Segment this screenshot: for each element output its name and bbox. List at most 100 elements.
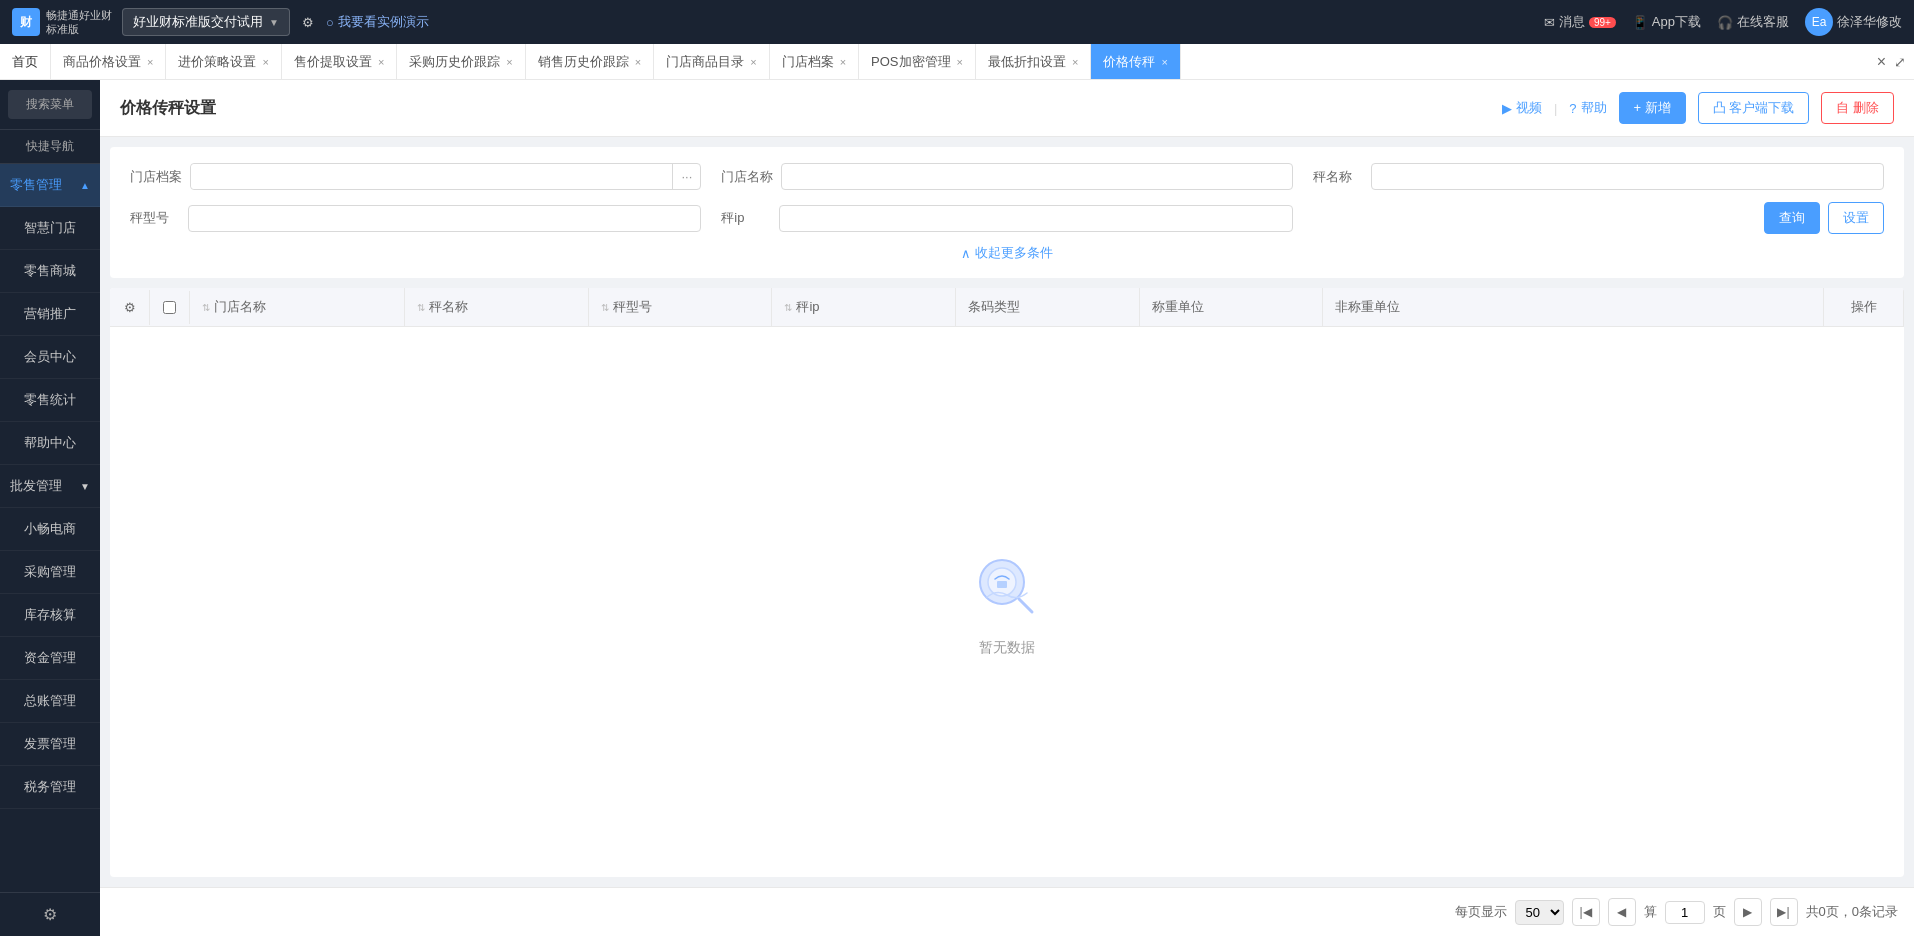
- sidebar-item-retail-mall[interactable]: 零售商城: [0, 250, 100, 293]
- select-all-checkbox[interactable]: [163, 301, 176, 314]
- first-page-button[interactable]: |◀: [1572, 898, 1600, 926]
- tab-label: 最低折扣设置: [988, 53, 1066, 71]
- filter-store-archive: 门店档案 ···: [130, 163, 701, 190]
- close-icon[interactable]: ×: [957, 56, 963, 68]
- messages-button[interactable]: ✉ 消息 99+: [1544, 13, 1616, 31]
- col-label: 称重单位: [1152, 298, 1204, 316]
- store-archive-input-wrapper: ···: [190, 163, 701, 190]
- close-icon[interactable]: ×: [506, 56, 512, 68]
- col-label: 秤ip: [796, 298, 819, 316]
- store-archive-input[interactable]: [191, 164, 672, 189]
- close-icon[interactable]: ×: [262, 56, 268, 68]
- sidebar-item-retail[interactable]: 零售管理 ▲: [0, 164, 100, 207]
- table-col-weight-unit: 称重单位: [1140, 288, 1324, 326]
- sidebar-item-member[interactable]: 会员中心: [0, 336, 100, 379]
- sidebar-item-invoice[interactable]: 发票管理: [0, 723, 100, 766]
- last-page-button[interactable]: ▶|: [1770, 898, 1798, 926]
- sidebar-item-inventory[interactable]: 库存核算: [0, 594, 100, 637]
- close-icon[interactable]: ×: [378, 56, 384, 68]
- tab-purchase-strategy[interactable]: 进价策略设置 ×: [166, 44, 281, 80]
- scale-name-input[interactable]: [1371, 163, 1884, 190]
- tab-price-scale[interactable]: 价格传秤 ×: [1091, 44, 1180, 80]
- phone-icon: 📱: [1632, 15, 1648, 30]
- total-text: 共0页，0条记录: [1806, 903, 1898, 921]
- user-name: 徐泽华修改: [1837, 13, 1902, 31]
- add-label: + 新增: [1634, 99, 1671, 117]
- close-icon[interactable]: ×: [1072, 56, 1078, 68]
- tab-purchase-history[interactable]: 采购历史价跟踪 ×: [397, 44, 525, 80]
- sidebar-item-label: 资金管理: [24, 649, 76, 667]
- store-name-input[interactable]: [781, 163, 1292, 190]
- sidebar-item-marketing[interactable]: 营销推广: [0, 293, 100, 336]
- sidebar-item-finance[interactable]: 资金管理: [0, 637, 100, 680]
- scale-model-input[interactable]: [188, 205, 701, 232]
- query-label: 查询: [1779, 209, 1805, 227]
- tab-label: POS加密管理: [871, 53, 950, 71]
- sort-icon[interactable]: ⇅: [601, 302, 609, 313]
- close-tab-icon[interactable]: ×: [1877, 53, 1886, 71]
- messages-badge: 99+: [1589, 17, 1616, 28]
- sidebar-item-retail-stats[interactable]: 零售统计: [0, 379, 100, 422]
- delete-button[interactable]: 自 删除: [1821, 92, 1894, 124]
- close-icon[interactable]: ×: [840, 56, 846, 68]
- app-download-button[interactable]: 📱 App下载: [1632, 13, 1701, 31]
- next-page-button[interactable]: ▶: [1734, 898, 1762, 926]
- page-input[interactable]: 1: [1665, 901, 1705, 924]
- sort-icon[interactable]: ⇅: [784, 302, 792, 313]
- tab-sale-price[interactable]: 售价提取设置 ×: [282, 44, 397, 80]
- table-header: ⚙ ⇅ 门店名称 ⇅ 秤名称 ⇅ 秤型号 ⇅: [110, 288, 1904, 327]
- tab-sales-history[interactable]: 销售历史价跟踪 ×: [526, 44, 654, 80]
- divider: |: [1554, 101, 1557, 116]
- tab-product-price[interactable]: 商品价格设置 ×: [51, 44, 166, 80]
- version-selector[interactable]: 好业财标准版交付试用 ▼: [122, 8, 290, 36]
- scale-ip-input[interactable]: [779, 205, 1292, 232]
- online-service-button[interactable]: 🎧 在线客服: [1717, 13, 1789, 31]
- tab-min-discount[interactable]: 最低折扣设置 ×: [976, 44, 1091, 80]
- per-page-label: 每页显示: [1455, 903, 1507, 921]
- download-button[interactable]: 凸 客户端下载: [1698, 92, 1810, 124]
- query-button[interactable]: 查询: [1764, 202, 1820, 234]
- table-settings-cell[interactable]: ⚙: [110, 290, 150, 325]
- tab-pos-encrypt[interactable]: POS加密管理 ×: [859, 44, 976, 80]
- tab-store-archive[interactable]: 门店档案 ×: [770, 44, 859, 80]
- help-link[interactable]: ? 帮助: [1569, 99, 1606, 117]
- prev-page-button[interactable]: ◀: [1608, 898, 1636, 926]
- tab-store-catalog[interactable]: 门店商品目录 ×: [654, 44, 769, 80]
- dots-icon[interactable]: ···: [672, 164, 700, 189]
- tab-home[interactable]: 首页: [0, 44, 51, 80]
- sidebar-item-smart-store[interactable]: 智慧门店: [0, 207, 100, 250]
- sidebar-item-wholesale[interactable]: 批发管理 ▼: [0, 465, 100, 508]
- user-menu[interactable]: Ea 徐泽华修改: [1805, 8, 1902, 36]
- col-label: 秤名称: [429, 298, 468, 316]
- sort-icon[interactable]: ⇅: [202, 302, 210, 313]
- help-label: 帮助: [1581, 99, 1607, 117]
- avatar: Ea: [1805, 8, 1833, 36]
- sidebar-item-ledger[interactable]: 总账管理: [0, 680, 100, 723]
- sidebar-item-tax[interactable]: 税务管理: [0, 766, 100, 809]
- close-icon[interactable]: ×: [750, 56, 756, 68]
- search-menu-button[interactable]: 搜索菜单: [8, 90, 92, 119]
- settings-icon[interactable]: ⚙: [298, 11, 318, 34]
- sidebar-item-help[interactable]: 帮助中心: [0, 422, 100, 465]
- tab-label: 采购历史价跟踪: [409, 53, 500, 71]
- empty-state: 暂无数据: [110, 327, 1904, 877]
- sort-icon[interactable]: ⇅: [417, 302, 425, 313]
- gear-icon[interactable]: ⚙: [43, 906, 57, 923]
- collapse-button[interactable]: ∧ 收起更多条件: [961, 244, 1053, 262]
- settings-button[interactable]: 设置: [1828, 202, 1884, 234]
- per-page-select[interactable]: 50: [1515, 900, 1564, 925]
- app-download-label: App下载: [1652, 13, 1701, 31]
- nav-label: 快捷导航: [26, 139, 74, 153]
- sidebar-item-ecommerce[interactable]: 小畅电商: [0, 508, 100, 551]
- add-button[interactable]: + 新增: [1619, 92, 1686, 124]
- table-col-scale-name: ⇅ 秤名称: [405, 288, 589, 326]
- demo-link[interactable]: ○ 我要看实例演示: [326, 13, 429, 31]
- close-icon[interactable]: ×: [635, 56, 641, 68]
- video-link[interactable]: ▶ 视频: [1502, 99, 1542, 117]
- headset-icon: 🎧: [1717, 15, 1733, 30]
- close-icon[interactable]: ×: [1161, 56, 1167, 68]
- expand-tab-icon[interactable]: ⤢: [1894, 54, 1906, 70]
- close-icon[interactable]: ×: [147, 56, 153, 68]
- sidebar-item-purchase[interactable]: 采购管理: [0, 551, 100, 594]
- logo-icon: 财: [12, 8, 40, 36]
